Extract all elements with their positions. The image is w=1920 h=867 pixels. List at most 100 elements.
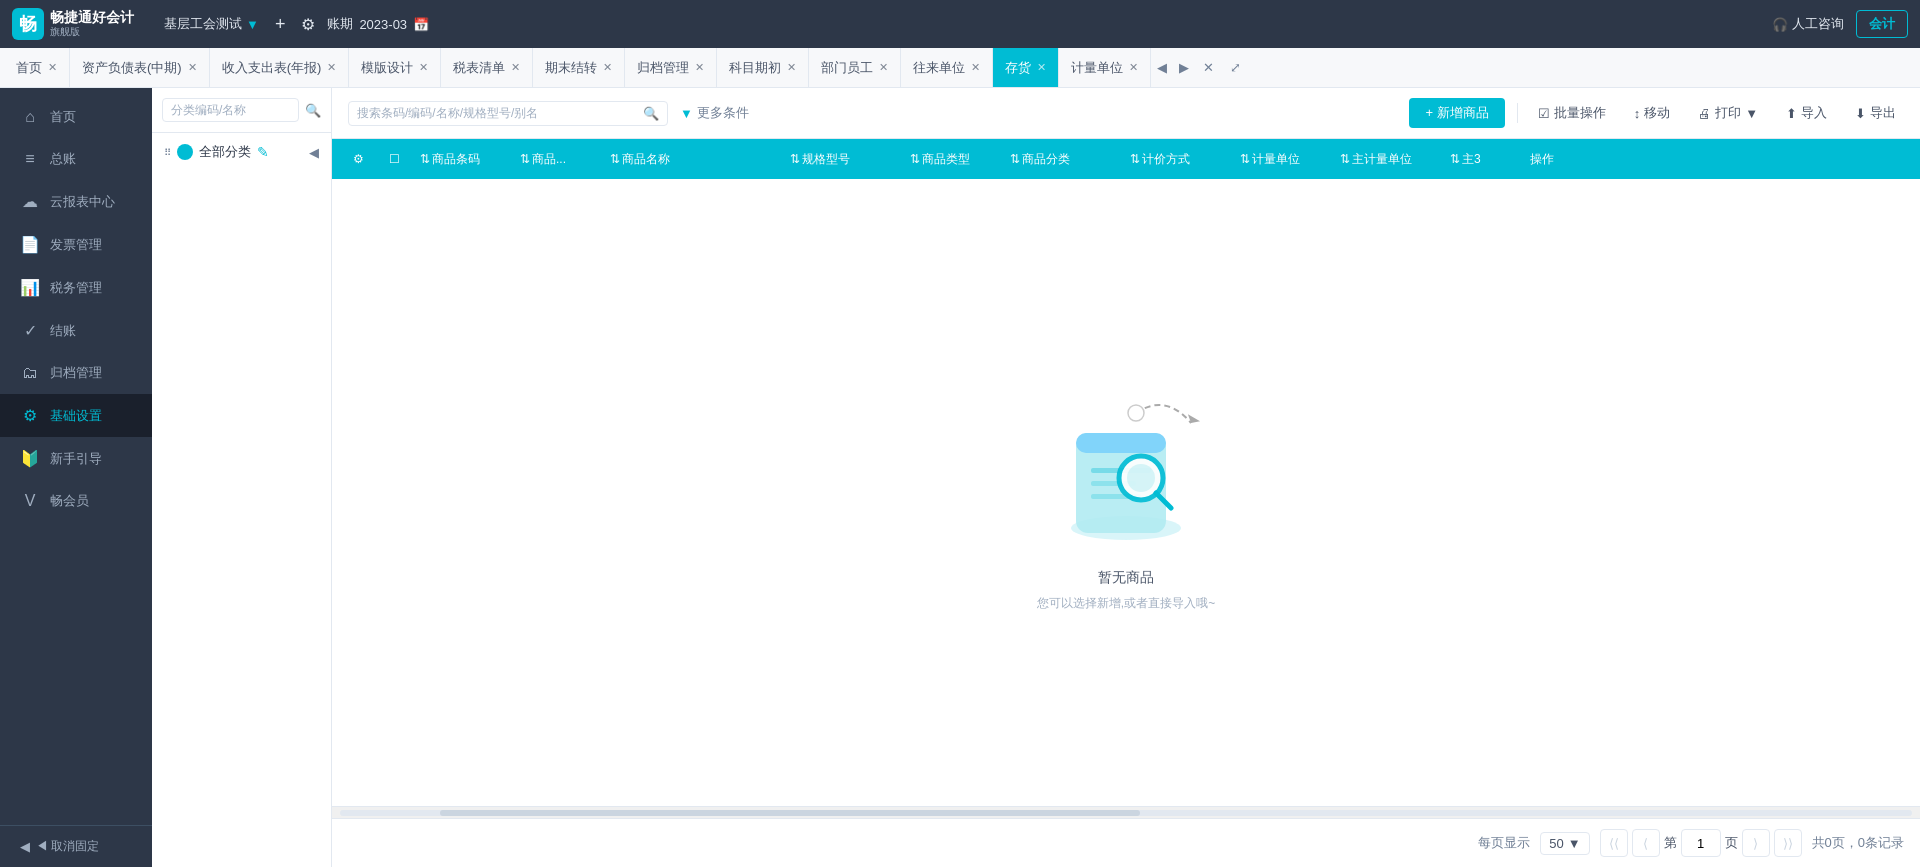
tab-close-tax-list[interactable]: ✕	[511, 61, 520, 74]
tab-close-dept[interactable]: ✕	[879, 61, 888, 74]
product-search-icon[interactable]: 🔍	[643, 106, 659, 121]
tab-close-income[interactable]: ✕	[327, 61, 336, 74]
sidebar-label-cloud: 云报表中心	[50, 193, 115, 211]
sidebar-item-member[interactable]: V 畅会员	[0, 480, 152, 522]
all-badge	[177, 144, 193, 160]
sidebar-item-basic-settings[interactable]: ⚙ 基础设置	[0, 394, 152, 437]
table-header: ⚙ ☐ ⇅ 商品条码 ⇅ 商品... ⇅ 商品名称	[332, 139, 1920, 179]
th-main-unit[interactable]: ⇅ 主计量单位	[1332, 151, 1442, 168]
product-search-input[interactable]	[357, 106, 637, 120]
th-code[interactable]: ⇅ 商品...	[512, 151, 602, 168]
page-number-input[interactable]	[1681, 829, 1721, 857]
th-checkbox[interactable]: ☐	[376, 152, 412, 166]
th-unit[interactable]: ⇅ 计量单位	[1232, 151, 1332, 168]
th-settings[interactable]: ⚙	[340, 152, 376, 166]
home-icon: ⌂	[20, 108, 40, 126]
logo-area: 畅 畅捷通好会计 旗舰版	[12, 8, 152, 40]
tab-close-inventory[interactable]: ✕	[1037, 61, 1046, 74]
move-icon: ↕	[1634, 106, 1641, 121]
sidebar-label-ledger: 总账	[50, 150, 76, 168]
sidebar-item-tax[interactable]: 📊 税务管理	[0, 266, 152, 309]
th-col3[interactable]: ⇅ 主3	[1442, 151, 1522, 168]
sidebar-item-closing[interactable]: ✓ 结账	[0, 309, 152, 352]
sidebar-label-archive: 归档管理	[50, 364, 102, 382]
sidebar-label-member: 畅会员	[50, 492, 89, 510]
tab-close-balance[interactable]: ✕	[188, 61, 197, 74]
tab-home[interactable]: 首页 ✕	[4, 48, 70, 88]
new-product-button[interactable]: + 新增商品	[1409, 98, 1504, 128]
sidebar-item-home[interactable]: ⌂ 首页	[0, 96, 152, 138]
batch-operation-button[interactable]: ☑ 批量操作	[1530, 100, 1614, 126]
svg-point-7	[1127, 464, 1155, 492]
tab-inventory[interactable]: 存货 ✕	[993, 48, 1059, 88]
tab-unit[interactable]: 计量单位 ✕	[1059, 48, 1151, 88]
tabs-prev-button[interactable]: ◀	[1151, 48, 1173, 88]
th-spec[interactable]: ⇅ 规格型号	[782, 151, 902, 168]
content-area: 🔍 ⠿ 全部分类 ✎ ◀ 🔍	[152, 88, 1920, 867]
expand-tabs-button[interactable]: ⤢	[1222, 48, 1249, 88]
tab-close-home[interactable]: ✕	[48, 61, 57, 74]
tab-close-contacts[interactable]: ✕	[971, 61, 980, 74]
sidebar-item-invoice[interactable]: 📄 发票管理	[0, 223, 152, 266]
tab-close-archive[interactable]: ✕	[695, 61, 704, 74]
page-suffix: 页	[1725, 834, 1738, 852]
sidebar-item-ledger[interactable]: ≡ 总账	[0, 138, 152, 180]
tab-tax-list[interactable]: 税表清单 ✕	[441, 48, 533, 88]
tab-department[interactable]: 部门员工 ✕	[809, 48, 901, 88]
category-search-input[interactable]	[162, 98, 299, 122]
import-button[interactable]: ⬆ 导入	[1778, 100, 1835, 126]
logo-text-wrap: 畅捷通好会计 旗舰版	[50, 9, 134, 40]
tab-template[interactable]: 模版设计 ✕	[349, 48, 441, 88]
prev-page-button[interactable]: ⟨	[1632, 829, 1660, 857]
collapse-panel-icon[interactable]: ◀	[309, 145, 319, 160]
next-page-button[interactable]: ⟩	[1742, 829, 1770, 857]
close-all-tabs-button[interactable]: ✕	[1195, 48, 1222, 88]
tab-balance-sheet[interactable]: 资产负债表(中期) ✕	[70, 48, 210, 88]
company-selector[interactable]: 基层工会测试 ▼	[164, 15, 259, 33]
th-barcode[interactable]: ⇅ 商品条码	[412, 151, 512, 168]
tab-close-subject[interactable]: ✕	[787, 61, 796, 74]
edit-category-icon[interactable]: ✎	[257, 144, 269, 160]
toolbar-right: + 新增商品 ☑ 批量操作 ↕ 移动 🖨 打印	[1409, 98, 1904, 128]
empty-state: 暂无商品 您可以选择新增,或者直接导入哦~	[332, 179, 1920, 806]
tab-close-period[interactable]: ✕	[603, 61, 612, 74]
th-type[interactable]: ⇅ 商品类型	[902, 151, 1002, 168]
horizontal-scrollbar[interactable]	[332, 806, 1920, 818]
tabs-next-button[interactable]: ▶	[1173, 48, 1195, 88]
logo-icon: 畅	[12, 8, 44, 40]
svg-point-10	[1128, 405, 1144, 421]
first-page-button[interactable]: ⟨⟨	[1600, 829, 1628, 857]
print-button[interactable]: 🖨 打印 ▼	[1690, 100, 1766, 126]
last-page-button[interactable]: ⟩⟩	[1774, 829, 1802, 857]
empty-desc: 您可以选择新增,或者直接导入哦~	[1037, 595, 1215, 612]
tab-subject-init[interactable]: 科目期初 ✕	[717, 48, 809, 88]
sidebar-item-cloud-report[interactable]: ☁ 云报表中心	[0, 180, 152, 223]
calendar-icon[interactable]: 📅	[413, 17, 429, 32]
right-panel: 🔍 ▼ 更多条件 + 新增商品 ☑ 批量操作 ↕	[332, 88, 1920, 867]
add-tab-button[interactable]: +	[271, 14, 290, 35]
customer-service-button[interactable]: 🎧 人工咨询	[1772, 15, 1844, 33]
th-pricing[interactable]: ⇅ 计价方式	[1122, 151, 1232, 168]
sidebar-item-guide[interactable]: 🔰 新手引导	[0, 437, 152, 480]
search-bar: 🔍 ▼ 更多条件 + 新增商品 ☑ 批量操作 ↕	[332, 88, 1920, 139]
settings-icon[interactable]: ⚙	[301, 15, 315, 34]
tab-close-template[interactable]: ✕	[419, 61, 428, 74]
export-button[interactable]: ⬇ 导出	[1847, 100, 1904, 126]
company-dropdown-icon: ▼	[246, 17, 259, 32]
tab-income[interactable]: 收入支出表(年报) ✕	[210, 48, 350, 88]
account-button[interactable]: 会计	[1856, 10, 1908, 38]
logo-sub: 旗舰版	[50, 25, 134, 39]
per-page-select[interactable]: 50 ▼	[1540, 832, 1589, 855]
tab-period-close[interactable]: 期末结转 ✕	[533, 48, 625, 88]
scrollbar-thumb[interactable]	[440, 810, 1140, 816]
tab-archive[interactable]: 归档管理 ✕	[625, 48, 717, 88]
th-name[interactable]: ⇅ 商品名称	[602, 151, 782, 168]
sidebar-item-archive[interactable]: 🗂 归档管理	[0, 352, 152, 394]
move-button[interactable]: ↕ 移动	[1626, 100, 1679, 126]
tab-close-unit[interactable]: ✕	[1129, 61, 1138, 74]
tab-contacts[interactable]: 往来单位 ✕	[901, 48, 993, 88]
unpin-sidebar-button[interactable]: ◀ ◀ 取消固定	[0, 825, 152, 867]
th-category[interactable]: ⇅ 商品分类	[1002, 151, 1122, 168]
category-search-icon[interactable]: 🔍	[305, 103, 321, 118]
filter-button[interactable]: ▼ 更多条件	[680, 104, 749, 122]
